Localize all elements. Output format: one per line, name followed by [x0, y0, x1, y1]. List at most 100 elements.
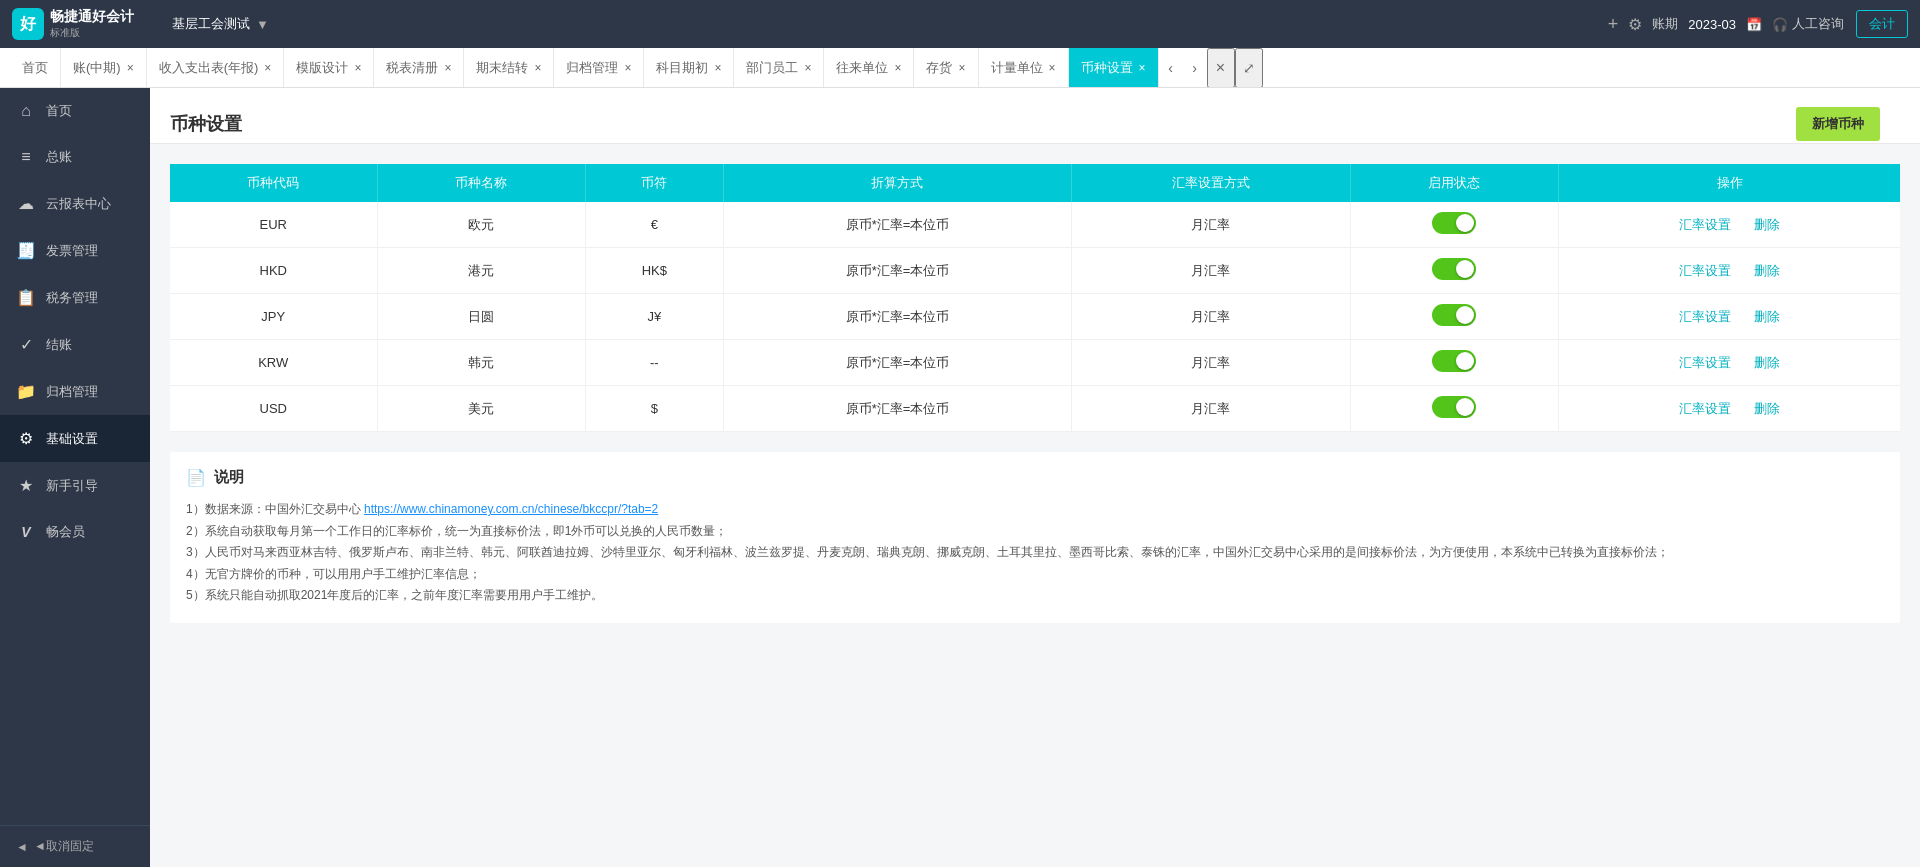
rate-settings-link-USD[interactable]: 汇率设置	[1679, 401, 1731, 416]
sidebar-item-label: 税务管理	[46, 289, 98, 307]
sidebar-item-home[interactable]: ⌂ 首页	[0, 88, 150, 134]
rate-settings-link-EUR[interactable]: 汇率设置	[1679, 217, 1731, 232]
tab-period-close[interactable]: 期末结转 ×	[464, 48, 554, 88]
delete-link-KRW[interactable]: 删除	[1754, 355, 1780, 370]
tab-income-report[interactable]: 收入支出表(年报) ×	[147, 48, 285, 88]
toggle-switch-EUR[interactable]	[1432, 212, 1476, 234]
tab-label: 部门员工	[746, 59, 798, 77]
tab-measure-unit[interactable]: 计量单位 ×	[979, 48, 1069, 88]
tab-label: 计量单位	[991, 59, 1043, 77]
rate-settings-link-JPY[interactable]: 汇率设置	[1679, 309, 1731, 324]
tab-close-icon[interactable]: ×	[804, 61, 811, 75]
tab-next-button[interactable]: ›	[1183, 48, 1207, 88]
delete-link-HKD[interactable]: 删除	[1754, 263, 1780, 278]
top-header: 好 畅捷通好会计 标准版 基层工会测试 ▼ + ⚙ 账期 2023-03 📅 🎧…	[0, 0, 1920, 48]
sidebar-item-ledger[interactable]: ≡ 总账	[0, 134, 150, 180]
content-area: 币种设置 新增币种 币种代码 币种名称 币符 折算方式 汇率设置方式 启用状态 …	[150, 88, 1920, 867]
logo-area: 好 畅捷通好会计 标准版	[12, 8, 162, 40]
tab-close-icon[interactable]: ×	[444, 61, 451, 75]
table-row: EUR 欧元 € 原币*汇率=本位币 月汇率 汇率设置 删除	[170, 202, 1900, 248]
user-service-link[interactable]: 🎧 人工咨询	[1772, 15, 1844, 33]
table-body: EUR 欧元 € 原币*汇率=本位币 月汇率 汇率设置 删除 HKD 港元 HK…	[170, 202, 1900, 432]
cell-status[interactable]	[1350, 386, 1558, 432]
headset-icon: 🎧	[1772, 17, 1788, 32]
pin-icon: ◄	[16, 840, 28, 854]
toggle-switch-KRW[interactable]	[1432, 350, 1476, 372]
notes-title: 📄 说明	[186, 468, 1884, 487]
toggle-switch-JPY[interactable]	[1432, 304, 1476, 326]
tab-inventory[interactable]: 存货 ×	[914, 48, 978, 88]
tab-close-icon[interactable]: ×	[714, 61, 721, 75]
tab-close-icon[interactable]: ×	[264, 61, 271, 75]
delete-link-USD[interactable]: 删除	[1754, 401, 1780, 416]
sidebar-item-settings[interactable]: ⚙ 基础设置	[0, 415, 150, 462]
delete-link-JPY[interactable]: 删除	[1754, 309, 1780, 324]
tab-partner[interactable]: 往来单位 ×	[824, 48, 914, 88]
table-row: JPY 日圆 J¥ 原币*汇率=本位币 月汇率 汇率设置 删除	[170, 294, 1900, 340]
add-workspace-icon[interactable]: +	[1608, 14, 1619, 35]
tab-archive[interactable]: 归档管理 ×	[554, 48, 644, 88]
cell-name: 欧元	[377, 202, 585, 248]
tab-close-icon[interactable]: ×	[894, 61, 901, 75]
rate-settings-link-HKD[interactable]: 汇率设置	[1679, 263, 1731, 278]
tab-close-icon[interactable]: ×	[1049, 61, 1056, 75]
tab-close-active-icon[interactable]: ×	[1139, 61, 1146, 75]
cell-symbol: --	[585, 340, 723, 386]
cell-status[interactable]	[1350, 294, 1558, 340]
tab-close-icon[interactable]: ×	[127, 61, 134, 75]
tab-zhangqizhong[interactable]: 账(中期) ×	[61, 48, 147, 88]
toggle-switch-USD[interactable]	[1432, 396, 1476, 418]
tab-close-icon[interactable]: ×	[624, 61, 631, 75]
table-row: USD 美元 $ 原币*汇率=本位币 月汇率 汇率设置 删除	[170, 386, 1900, 432]
tab-expand-button[interactable]: ⤢	[1235, 48, 1263, 88]
col-symbol: 币符	[585, 164, 723, 202]
tab-subject-init[interactable]: 科目期初 ×	[644, 48, 734, 88]
tab-label: 币种设置	[1081, 59, 1133, 77]
cell-name: 港元	[377, 248, 585, 294]
tab-close-icon[interactable]: ×	[534, 61, 541, 75]
sidebar-item-guide[interactable]: ★ 新手引导	[0, 462, 150, 509]
delete-link-EUR[interactable]: 删除	[1754, 217, 1780, 232]
workspace-selector[interactable]: 基层工会测试 ▼	[172, 15, 1598, 33]
pin-label: ◄取消固定	[34, 838, 94, 855]
archive-icon: 📁	[16, 382, 36, 401]
workspace-settings-icon[interactable]: ⚙	[1628, 15, 1642, 34]
cell-status[interactable]	[1350, 248, 1558, 294]
sidebar-item-reports[interactable]: ☁ 云报表中心	[0, 180, 150, 227]
tab-home[interactable]: 首页	[10, 48, 61, 88]
sidebar-item-checkout[interactable]: ✓ 结账	[0, 321, 150, 368]
tab-label: 期末结转	[476, 59, 528, 77]
sidebar-item-label: 总账	[46, 148, 72, 166]
account-button[interactable]: 会计	[1856, 10, 1908, 38]
tab-close-all-button[interactable]: ×	[1207, 48, 1235, 88]
note-item: 2）系统自动获取每月第一个工作日的汇率标价，统一为直接标价法，即1外币可以兑换的…	[186, 521, 1884, 543]
tax-icon: 📋	[16, 288, 36, 307]
sidebar-pin-toggle[interactable]: ◄ ◄取消固定	[0, 825, 150, 867]
tab-tax-table[interactable]: 税表清册 ×	[374, 48, 464, 88]
sidebar-item-member[interactable]: V 畅会员	[0, 509, 150, 555]
tab-close-icon[interactable]: ×	[958, 61, 965, 75]
calendar-icon[interactable]: 📅	[1746, 17, 1762, 32]
tab-template-design[interactable]: 模版设计 ×	[284, 48, 374, 88]
new-currency-button[interactable]: 新增币种	[1796, 107, 1880, 141]
tab-currency-settings[interactable]: 币种设置 ×	[1069, 48, 1159, 88]
col-action: 操作	[1559, 164, 1900, 202]
tab-prev-button[interactable]: ‹	[1159, 48, 1183, 88]
sidebar-item-archive[interactable]: 📁 归档管理	[0, 368, 150, 415]
tab-dept-staff[interactable]: 部门员工 ×	[734, 48, 824, 88]
cell-status[interactable]	[1350, 340, 1558, 386]
notes-external-link[interactable]: https://www.chinamoney.com.cn/chinese/bk…	[364, 502, 658, 516]
tab-label: 科目期初	[656, 59, 708, 77]
cell-rate-type: 月汇率	[1072, 294, 1351, 340]
tab-close-icon[interactable]: ×	[354, 61, 361, 75]
sidebar-item-tax[interactable]: 📋 税务管理	[0, 274, 150, 321]
sidebar-item-invoice[interactable]: 🧾 发票管理	[0, 227, 150, 274]
tab-label: 往来单位	[836, 59, 888, 77]
toggle-switch-HKD[interactable]	[1432, 258, 1476, 280]
sidebar-item-label: 结账	[46, 336, 72, 354]
rate-settings-link-KRW[interactable]: 汇率设置	[1679, 355, 1731, 370]
cell-actions: 汇率设置 删除	[1559, 202, 1900, 248]
cell-status[interactable]	[1350, 202, 1558, 248]
guide-icon: ★	[16, 476, 36, 495]
col-name: 币种名称	[377, 164, 585, 202]
